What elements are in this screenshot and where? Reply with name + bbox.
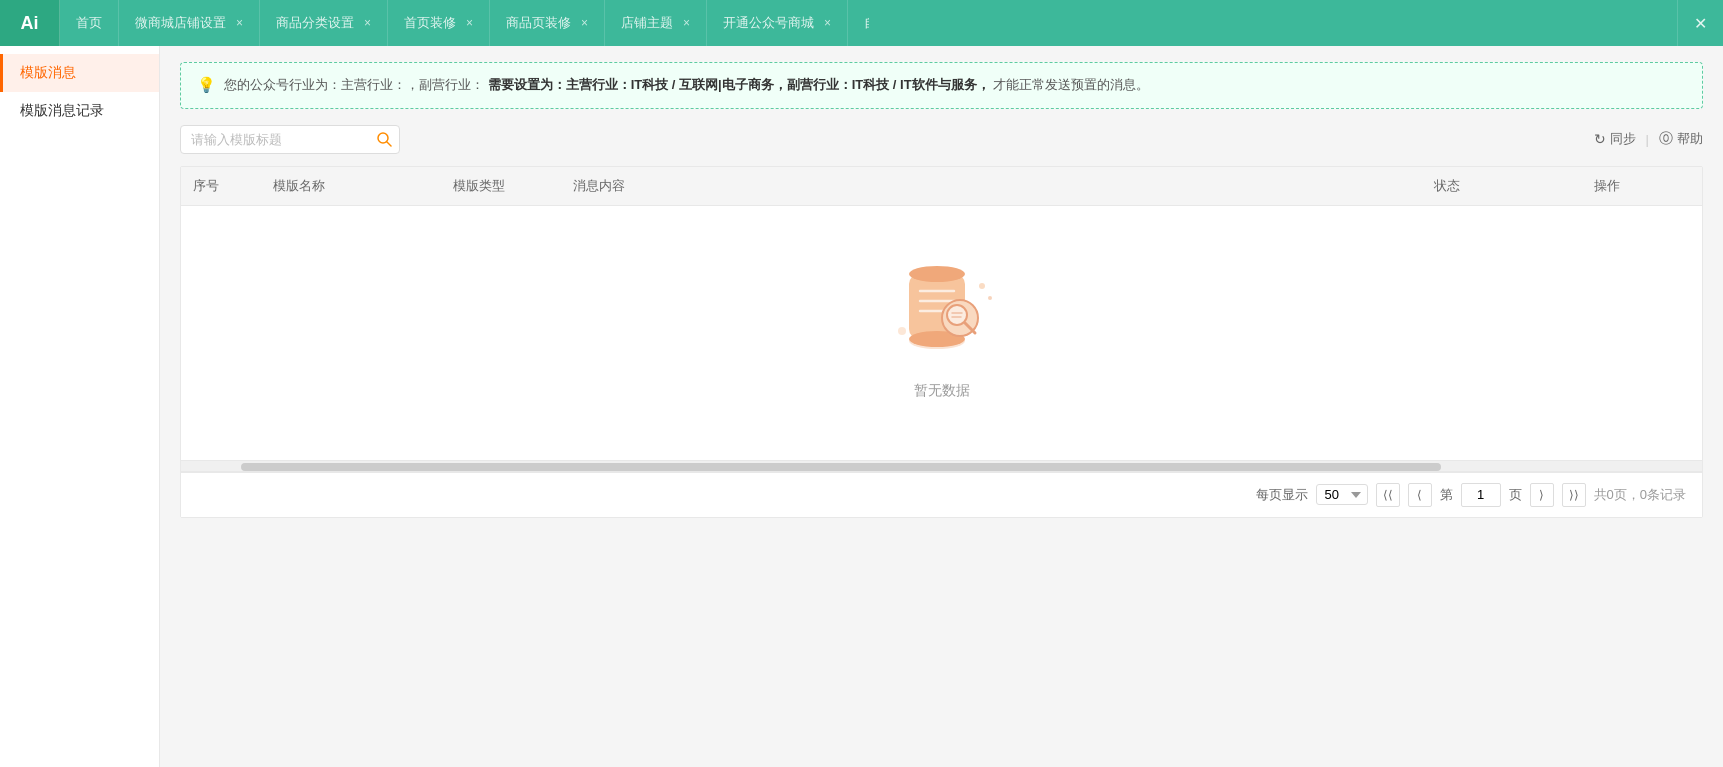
svg-point-16: [898, 327, 906, 335]
nav-tab-close-home-decor[interactable]: ×: [466, 16, 473, 30]
nav-tab-label-product-page-decor: 商品页装修: [506, 14, 571, 32]
search-right: ↻ 同步 | ⓪ 帮助: [1594, 130, 1703, 148]
table-header-status: 状态: [1422, 167, 1582, 205]
svg-point-4: [909, 266, 965, 282]
nav-tab-home-decor[interactable]: 首页装修 ×: [388, 0, 490, 46]
nav-tab-label-open-wechat-shop: 开通公众号商城: [723, 14, 814, 32]
svg-line-1: [387, 142, 391, 146]
current-page-input[interactable]: [1461, 483, 1501, 507]
horizontal-scrollbar[interactable]: [181, 460, 1702, 472]
nav-tab-close-shop-theme[interactable]: ×: [683, 16, 690, 30]
search-button[interactable]: [377, 132, 392, 147]
help-button[interactable]: ⓪ 帮助: [1659, 130, 1703, 148]
nav-tab-home[interactable]: 首页: [60, 0, 119, 46]
table-header-type: 模版类型: [441, 167, 561, 205]
table-header-name: 模版名称: [261, 167, 441, 205]
search-left: [180, 125, 400, 154]
search-input[interactable]: [180, 125, 400, 154]
nav-tab-label-product-category: 商品分类设置: [276, 14, 354, 32]
svg-point-15: [988, 296, 992, 300]
search-input-wrap: [180, 125, 400, 154]
empty-text: 暂无数据: [914, 382, 970, 400]
page-size-label: 每页显示: [1256, 486, 1308, 504]
empty-state: 暂无数据: [181, 206, 1702, 460]
last-page-button[interactable]: ⟩⟩: [1562, 483, 1586, 507]
nav-tab-product-category[interactable]: 商品分类设置 ×: [260, 0, 388, 46]
prev-page-button[interactable]: ⟨: [1408, 483, 1432, 507]
notice-icon: 💡: [197, 76, 216, 94]
search-bar: ↻ 同步 | ⓪ 帮助: [180, 125, 1703, 154]
table-wrap: 序号模版名称模版类型消息内容状态操作: [180, 166, 1703, 518]
nav-tab-shop-theme[interactable]: 店铺主题 ×: [605, 0, 707, 46]
first-page-button[interactable]: ⟨⟨: [1376, 483, 1400, 507]
nav-tab-label-wechat-shop-settings: 微商城店铺设置: [135, 14, 226, 32]
nav-tab-close-product-page-decor[interactable]: ×: [581, 16, 588, 30]
divider: |: [1646, 132, 1649, 147]
nav-tab-label-custom-menu: 自定义菜单: [864, 14, 868, 32]
table-header-action: 操作: [1582, 167, 1702, 205]
sidebar-items: 模版消息模版消息记录: [0, 54, 159, 130]
sync-icon: ↻: [1594, 131, 1606, 147]
notice-text: 您的公众号行业为：主营行业：，副营行业： 需要设置为：主营行业：IT科技 / 互…: [224, 75, 1149, 96]
nav-tab-wechat-shop-settings[interactable]: 微商城店铺设置 ×: [119, 0, 260, 46]
sync-button[interactable]: ↻ 同步: [1594, 130, 1636, 148]
nav-tab-close-product-category[interactable]: ×: [364, 16, 371, 30]
main-content: 💡 您的公众号行业为：主营行业：，副营行业： 需要设置为：主营行业：IT科技 /…: [160, 46, 1723, 767]
close-all-button[interactable]: ✕: [1677, 0, 1723, 46]
logo: Ai: [0, 0, 60, 46]
empty-illustration: [882, 246, 1002, 366]
next-page-button[interactable]: ⟩: [1530, 483, 1554, 507]
nav-tab-product-page-decor[interactable]: 商品页装修 ×: [490, 0, 605, 46]
table-header-content: 消息内容: [561, 167, 1422, 205]
sidebar-item-template-message[interactable]: 模版消息: [0, 54, 159, 92]
main-layout: 模版消息模版消息记录 💡 您的公众号行业为：主营行业：，副营行业： 需要设置为：…: [0, 46, 1723, 767]
nav-tab-label-home: 首页: [76, 14, 102, 32]
nav-tab-label-home-decor: 首页装修: [404, 14, 456, 32]
total-label: 共0页，0条记录: [1594, 486, 1686, 504]
notice-box: 💡 您的公众号行业为：主营行业：，副营行业： 需要设置为：主营行业：IT科技 /…: [180, 62, 1703, 109]
table-header-index: 序号: [181, 167, 261, 205]
page-label: 第: [1440, 486, 1453, 504]
sidebar: 模版消息模版消息记录: [0, 46, 160, 767]
pagination: 每页显示 102050100 ⟨⟨ ⟨ 第 页 ⟩ ⟩⟩ 共0页，0条记录: [181, 472, 1702, 517]
nav-tab-open-wechat-shop[interactable]: 开通公众号商城 ×: [707, 0, 848, 46]
nav-tab-label-shop-theme: 店铺主题: [621, 14, 673, 32]
page-suffix: 页: [1509, 486, 1522, 504]
top-nav: Ai 首页微商城店铺设置×商品分类设置×首页装修×商品页装修×店铺主题×开通公众…: [0, 0, 1723, 46]
nav-tab-custom-menu[interactable]: 自定义菜单×: [848, 0, 868, 46]
nav-tab-close-wechat-shop-settings[interactable]: ×: [236, 16, 243, 30]
sidebar-item-template-message-record[interactable]: 模版消息记录: [0, 92, 159, 130]
table-header: 序号模版名称模版类型消息内容状态操作: [181, 167, 1702, 206]
help-icon: ⓪: [1659, 130, 1673, 148]
nav-tab-close-open-wechat-shop[interactable]: ×: [824, 16, 831, 30]
page-size-select[interactable]: 102050100: [1316, 484, 1368, 505]
svg-point-14: [979, 283, 985, 289]
nav-tabs: 首页微商城店铺设置×商品分类设置×首页装修×商品页装修×店铺主题×开通公众号商城…: [60, 0, 869, 46]
scrollbar-thumb: [241, 463, 1441, 471]
